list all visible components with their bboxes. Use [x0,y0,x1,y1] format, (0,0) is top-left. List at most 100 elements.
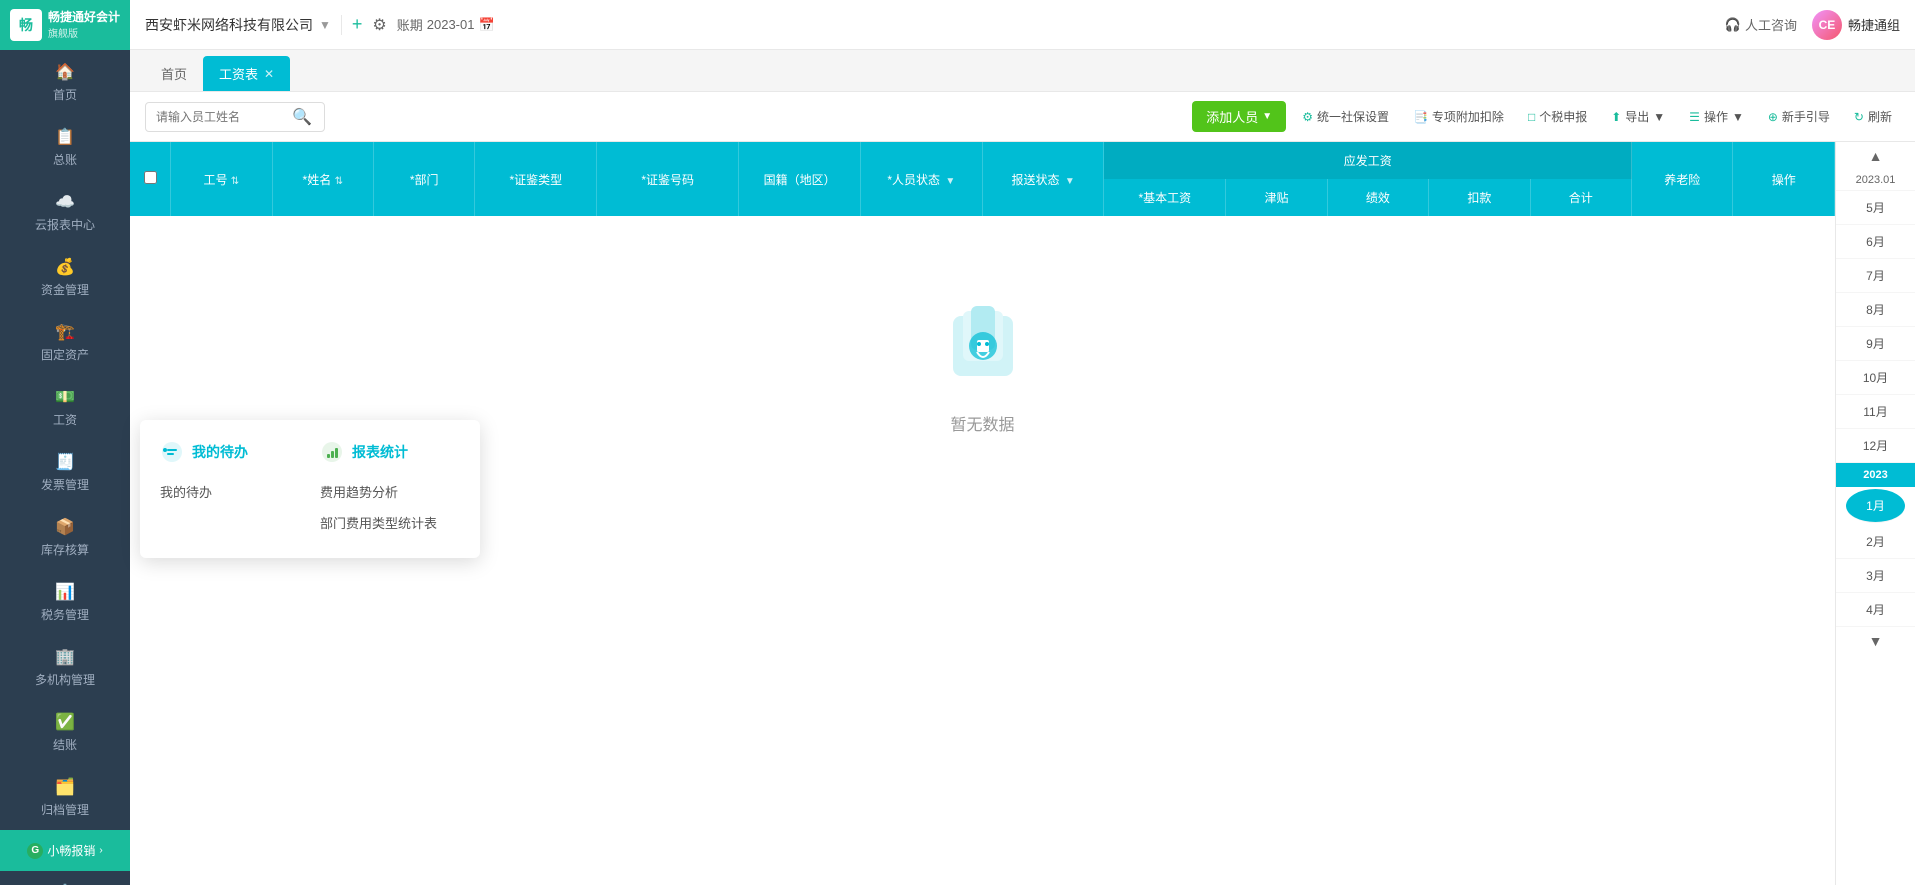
sidebar: 畅 畅捷通好会计 旗舰版 🏠 首页 📋 总账 ☁️ 云报表中心 💰 资金管理 🏗… [0,0,130,885]
sidebar-item-xiaochang[interactable]: G 小畅报销 › [0,830,130,871]
popup-item-cost-trend[interactable]: 费用趋势分析 [320,476,460,507]
export-button[interactable]: ⬆ 导出 ▼ [1603,104,1673,129]
select-all-checkbox[interactable] [144,171,157,184]
refresh-button[interactable]: ↻ 刷新 [1846,104,1900,129]
special-deduct-button[interactable]: 📑 专项附加扣除 [1405,104,1512,129]
date-may[interactable]: 5月 [1836,191,1915,225]
col-report-header: 报送状态 ▼ [982,142,1104,216]
cloud-report-icon: ☁️ [55,192,75,212]
col-allowance-header: 绩效 [1327,179,1428,216]
date-nav-up[interactable]: ▲ [1836,142,1915,170]
customer-service[interactable]: 🎧 人工咨询 [1725,15,1797,34]
col-idno-header: *证鉴号码 [597,142,739,216]
date-apr[interactable]: 4月 [1836,593,1915,627]
sidebar-item-cloud-report[interactable]: ☁️ 云报表中心 [0,180,130,245]
operations-arrow-icon: ▼ [1732,110,1744,124]
sidebar-item-fund[interactable]: 💰 资金管理 [0,245,130,310]
empno-sort-icon[interactable]: ⇅ [231,176,239,187]
search-icon[interactable]: 🔍 [292,107,312,127]
user-menu[interactable]: CE 畅捷通组 [1812,10,1900,40]
social-security-button[interactable]: ⚙ 统一社保设置 [1294,104,1397,129]
search-box: 🔍 [145,102,325,132]
col-bonus-header: 津贴 [1226,179,1327,216]
settlement-icon: ✅ [55,712,75,732]
new-guide-button[interactable]: ⊕ 新手引导 [1760,104,1838,129]
sidebar-item-salary[interactable]: 💵 工资 [0,375,130,440]
tab-close-button[interactable]: ✕ [264,67,274,81]
tab-home[interactable]: 首页 [145,56,203,91]
date-aug[interactable]: 8月 [1836,293,1915,327]
home-icon: 🏠 [55,62,75,82]
social-security-icon: ⚙ [1302,110,1313,124]
popup-item-dept-cost[interactable]: 部门费用类型统计表 [320,507,460,538]
date-nov[interactable]: 11月 [1836,395,1915,429]
tax-report-button[interactable]: □ 个税申报 [1520,104,1595,129]
date-oct[interactable]: 10月 [1836,361,1915,395]
topbar-settings-button[interactable]: ⚙ [372,15,386,35]
fund-icon: 💰 [55,257,75,277]
date-jul[interactable]: 7月 [1836,259,1915,293]
company-selector[interactable]: 西安虾米网络科技有限公司 ▼ [145,15,331,35]
name-sort-icon[interactable]: ⇅ [335,176,343,187]
service-icon: 🎧 [1725,17,1741,33]
date-year-2023: 2023 [1836,463,1915,487]
operations-button[interactable]: ☰ 操作 ▼ [1681,104,1752,129]
special-deduct-icon: 📑 [1413,110,1428,124]
date-dec[interactable]: 12月 [1836,429,1915,463]
popup-item-todo[interactable]: 我的待办 [160,476,300,507]
col-total-header: 合计 [1530,179,1631,216]
export-icon: ⬆ [1611,110,1621,124]
topbar-right: 🎧 人工咨询 CE 畅捷通组 [1725,10,1900,40]
sidebar-logo: 畅 畅捷通好会计 旗舰版 [0,0,130,50]
search-input[interactable] [156,110,286,124]
col-deduct-header: 扣款 [1429,179,1530,216]
date-nav-down[interactable]: ▼ [1836,627,1915,655]
popup-title-reports: 报表统计 [320,440,460,464]
popup-section-todo: 我的待办 我的待办 [160,440,300,538]
salary-table: 工号 ⇅ *姓名 ⇅ *部门 *证鉴类型 *证鉴号码 国籍（地区） *人员状态 … [130,142,1835,216]
col-basic-header: *基本工资 [1104,179,1226,216]
report-filter-icon[interactable]: ▼ [1065,176,1075,187]
add-person-button[interactable]: 添加人员 ▼ [1192,101,1286,132]
date-sep[interactable]: 9月 [1836,327,1915,361]
sidebar-item-ledger[interactable]: 📋 总账 [0,115,130,180]
date-mar[interactable]: 3月 [1836,559,1915,593]
logo-text: 畅捷通好会计 旗舰版 [48,10,120,41]
sidebar-item-home[interactable]: 🏠 首页 [0,50,130,115]
operations-icon: ☰ [1689,110,1700,124]
popup-menu-grid: 我的待办 我的待办 报表统计 费用趋势分析 部门费用类型统计表 [160,440,460,538]
empty-icon [933,296,1033,396]
col-country-header: 国籍（地区） [739,142,861,216]
col-dept-header: *部门 [373,142,474,216]
col-pension-header: 养老险 [1632,142,1733,216]
date-jan-active[interactable]: 1月 [1846,489,1905,523]
sidebar-item-tax[interactable]: 📊 税务管理 [0,570,130,635]
xiaochang-arrow: › [99,845,102,856]
company-name: 西安虾米网络科技有限公司 [145,15,313,35]
status-filter-icon[interactable]: ▼ [945,176,955,187]
tax-icon: 📊 [55,582,75,602]
col-checkbox [130,142,171,216]
tab-salary-table[interactable]: 工资表 ✕ [203,56,290,91]
sidebar-item-settlement[interactable]: ✅ 结账 [0,700,130,765]
fixed-assets-icon: 🏗️ [55,322,75,342]
topbar-add-button[interactable]: + [352,14,363,35]
sidebar-item-invoice[interactable]: 🧾 发票管理 [0,440,130,505]
date-jun[interactable]: 6月 [1836,225,1915,259]
sidebar-item-fixed-assets[interactable]: 🏗️ 固定资产 [0,310,130,375]
archive-icon: 🗂️ [55,777,75,797]
sidebar-item-inventory[interactable]: 📦 库存核算 [0,505,130,570]
export-arrow-icon: ▼ [1653,110,1665,124]
popup-section-reports: 报表统计 费用趋势分析 部门费用类型统计表 [320,440,460,538]
calendar-icon[interactable]: 📅 [478,17,494,33]
invoice-icon: 🧾 [55,452,75,472]
tax-report-icon: □ [1528,110,1535,124]
sidebar-item-archive[interactable]: 🗂️ 归档管理 [0,765,130,830]
sidebar-item-basic-settings[interactable]: ⚙️ 基础设置 [0,871,130,885]
sidebar-item-multi-org[interactable]: 🏢 多机构管理 [0,635,130,700]
xiaochang-icon: G [27,843,43,859]
date-feb[interactable]: 2月 [1836,525,1915,559]
date-panel: ▲ 2023.01 5月 6月 7月 8月 9月 10月 11月 12月 202… [1835,142,1915,885]
topbar: 西安虾米网络科技有限公司 ▼ + ⚙ 账期 2023-01 📅 🎧 人工咨询 C… [130,0,1915,50]
company-arrow-icon: ▼ [319,18,331,32]
